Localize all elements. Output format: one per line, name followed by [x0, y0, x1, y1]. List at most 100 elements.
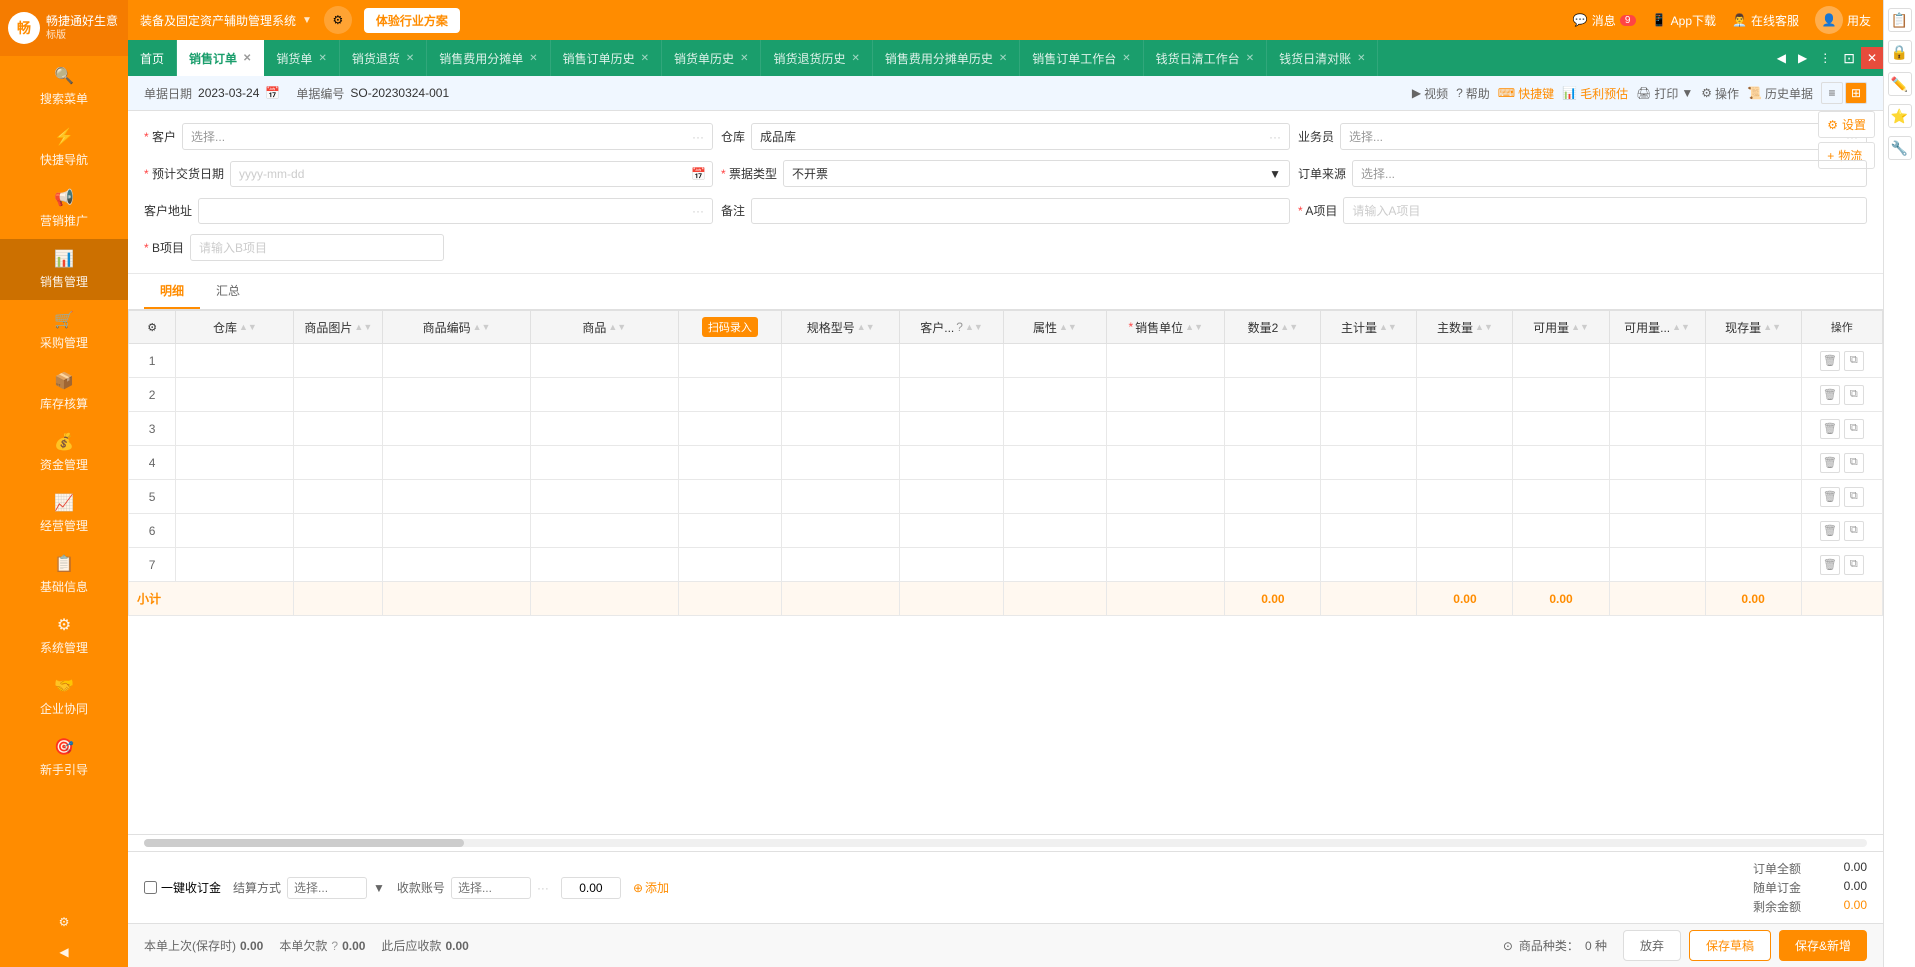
cell-product-3[interactable]: [530, 412, 678, 446]
cell-stock-6[interactable]: [1705, 514, 1801, 548]
cell-avail-5[interactable]: [1513, 480, 1609, 514]
sidebar-item-basic-info[interactable]: 📋 基础信息: [0, 544, 128, 605]
one-click-check[interactable]: [144, 881, 157, 894]
cell-avail2-6[interactable]: [1609, 514, 1705, 548]
save-draft-btn[interactable]: 保存草稿: [1689, 930, 1771, 961]
user-avatar[interactable]: 👤 用友: [1815, 6, 1871, 34]
tab-order-workbench[interactable]: 销售订单工作台 ✕: [1020, 40, 1143, 76]
cell-img-4[interactable]: [294, 446, 383, 480]
row-delete-btn-6[interactable]: 🗑: [1820, 521, 1840, 541]
cell-spec-2[interactable]: [782, 378, 900, 412]
cell-main-unit-4[interactable]: [1321, 446, 1417, 480]
staff-input[interactable]: 选择... ···: [1340, 123, 1867, 150]
tab-close-icon[interactable]: ✕: [406, 53, 414, 64]
sidebar-item-system[interactable]: ⚙ 系统管理: [0, 605, 128, 666]
cell-warehouse-3[interactable]: [176, 412, 294, 446]
cell-img-6[interactable]: [294, 514, 383, 548]
sidebar-item-inventory[interactable]: 📦 库存核算: [0, 361, 128, 422]
cell-stock-7[interactable]: [1705, 548, 1801, 582]
cell-unit-4[interactable]: [1107, 446, 1225, 480]
cell-main-qty-5[interactable]: [1417, 480, 1513, 514]
cell-main-unit-3[interactable]: [1321, 412, 1417, 446]
calendar-icon[interactable]: 📅: [265, 86, 280, 100]
cell-customer-6[interactable]: [900, 514, 1003, 548]
cell-avail2-5[interactable]: [1609, 480, 1705, 514]
address-input[interactable]: ···: [198, 198, 713, 224]
cell-customer-1[interactable]: [900, 344, 1003, 378]
tab-close-icon[interactable]: ✕: [740, 53, 748, 64]
tab-close-icon[interactable]: ✕: [999, 53, 1007, 64]
a-project-input[interactable]: 请输入A项目: [1343, 197, 1867, 224]
cell-avail2-7[interactable]: [1609, 548, 1705, 582]
topbar-gear-btn[interactable]: ⚙: [324, 6, 352, 34]
row-delete-btn-1[interactable]: 🗑: [1820, 351, 1840, 371]
layout-list-btn[interactable]: ⊞: [1845, 82, 1867, 104]
sidebar-item-guide[interactable]: 🎯 新手引导: [0, 727, 128, 788]
cell-qty2-2[interactable]: [1225, 378, 1321, 412]
cell-main-unit-1[interactable]: [1321, 344, 1417, 378]
cell-attr-6[interactable]: [1003, 514, 1106, 548]
cell-qty2-1[interactable]: [1225, 344, 1321, 378]
cell-avail-3[interactable]: [1513, 412, 1609, 446]
print-dropdown-icon[interactable]: ▼: [1681, 86, 1693, 100]
title-dropdown-icon[interactable]: ▼: [302, 15, 312, 26]
tab-close-icon[interactable]: ✕: [1122, 53, 1130, 64]
account-input[interactable]: [451, 877, 531, 899]
cell-stock-1[interactable]: [1705, 344, 1801, 378]
cell-main-qty-3[interactable]: [1417, 412, 1513, 446]
cell-code-6[interactable]: [383, 514, 531, 548]
sidebar-collapse-btn[interactable]: ◀: [0, 937, 128, 967]
scrollbar-thumb[interactable]: [144, 839, 464, 847]
tab-expense-history[interactable]: 销售费用分摊单历史 ✕: [873, 40, 1020, 76]
cell-avail-2[interactable]: [1513, 378, 1609, 412]
tab-close-icon[interactable]: ✕: [243, 53, 251, 64]
cell-customer-5[interactable]: [900, 480, 1003, 514]
settings-btn[interactable]: ⚙ 设置: [1818, 111, 1875, 138]
cell-attr-7[interactable]: [1003, 548, 1106, 582]
row-copy-btn-5[interactable]: ⧉: [1844, 487, 1864, 507]
cell-attr-1[interactable]: [1003, 344, 1106, 378]
tab-goods-history[interactable]: 销货单历史 ✕: [662, 40, 761, 76]
right-panel-edit-btn[interactable]: ✏️: [1888, 72, 1912, 96]
remark-input[interactable]: [751, 198, 1290, 224]
cell-stock-2[interactable]: [1705, 378, 1801, 412]
sidebar-item-sales[interactable]: 📊 销售管理: [0, 239, 128, 300]
cell-stock-5[interactable]: [1705, 480, 1801, 514]
save-new-btn[interactable]: 保存&新增: [1779, 930, 1867, 961]
one-click-checkbox[interactable]: 一键收订金: [144, 879, 221, 896]
cell-main-unit-5[interactable]: [1321, 480, 1417, 514]
cell-unit-1[interactable]: [1107, 344, 1225, 378]
cell-warehouse-2[interactable]: [176, 378, 294, 412]
cell-avail-1[interactable]: [1513, 344, 1609, 378]
sidebar-item-search[interactable]: 🔍 搜索菜单: [0, 56, 128, 117]
tab-prev-btn[interactable]: ◀: [1771, 51, 1792, 65]
cell-avail2-3[interactable]: [1609, 412, 1705, 446]
right-panel-star-btn[interactable]: ⭐: [1888, 104, 1912, 128]
sidebar-item-operations[interactable]: 📈 经营管理: [0, 483, 128, 544]
cell-product-4[interactable]: [530, 446, 678, 480]
cell-img-2[interactable]: [294, 378, 383, 412]
cell-qty2-4[interactable]: [1225, 446, 1321, 480]
tab-close-icon[interactable]: ✕: [851, 53, 859, 64]
customer-input[interactable]: 选择... ···: [182, 123, 713, 150]
cell-avail-4[interactable]: [1513, 446, 1609, 480]
cell-product-7[interactable]: [530, 548, 678, 582]
cell-unit-5[interactable]: [1107, 480, 1225, 514]
cell-main-qty-6[interactable]: [1417, 514, 1513, 548]
invoice-select[interactable]: 不开票 ▼: [783, 160, 1290, 187]
cell-customer-3[interactable]: [900, 412, 1003, 446]
profit-btn[interactable]: 📊 毛利预估: [1562, 85, 1628, 102]
cell-main-qty-4[interactable]: [1417, 446, 1513, 480]
delivery-calendar-icon[interactable]: 📅: [691, 167, 706, 181]
cell-code-3[interactable]: [383, 412, 531, 446]
cell-product-1[interactable]: [530, 344, 678, 378]
cell-attr-3[interactable]: [1003, 412, 1106, 446]
cell-main-qty-7[interactable]: [1417, 548, 1513, 582]
view-video-btn[interactable]: ▶ 视频: [1412, 85, 1448, 102]
cell-stock-3[interactable]: [1705, 412, 1801, 446]
amount-input[interactable]: [561, 877, 621, 899]
cell-unit-7[interactable]: [1107, 548, 1225, 582]
tab-maximize-btn[interactable]: ⊡: [1837, 50, 1861, 67]
row-copy-btn-4[interactable]: ⧉: [1844, 453, 1864, 473]
online-service-btn[interactable]: 👨‍💼 在线客服: [1732, 12, 1799, 29]
